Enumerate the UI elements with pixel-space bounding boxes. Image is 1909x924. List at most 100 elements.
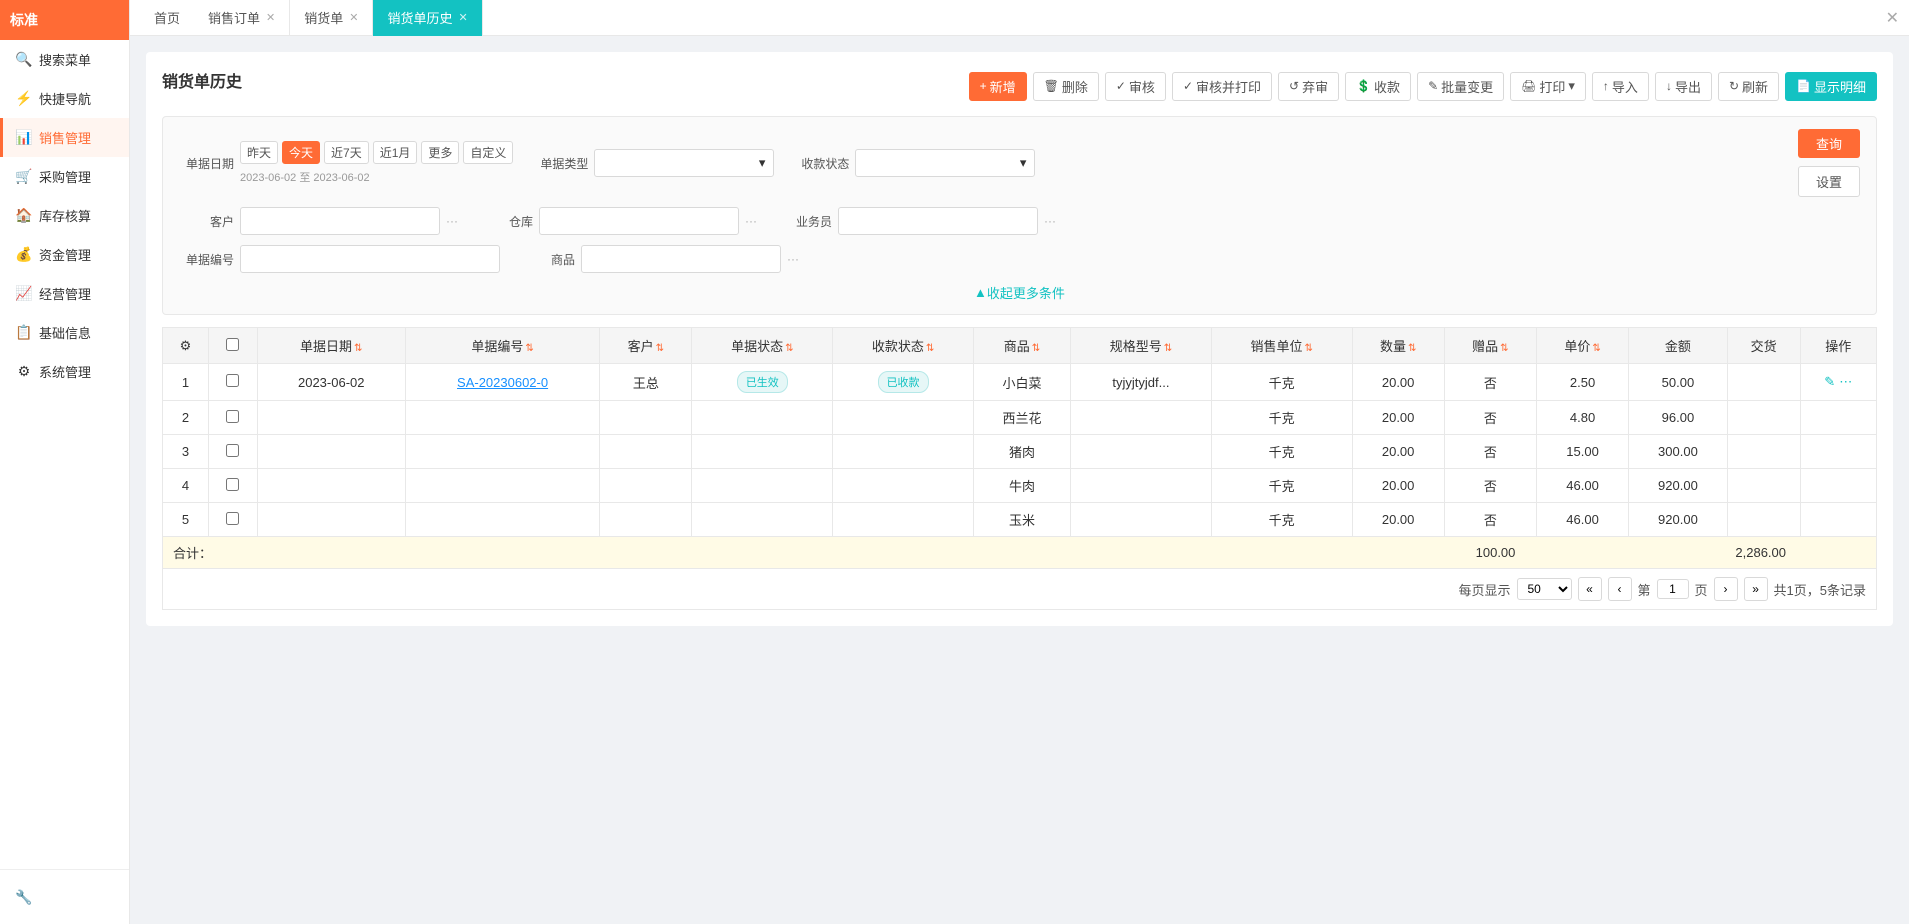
tab-sales-history[interactable]: 销货单历史 ✕ xyxy=(373,0,482,36)
row-check xyxy=(209,435,258,469)
col-goods[interactable]: 商品⇅ xyxy=(973,328,1070,364)
sort-goods-icon: ⇅ xyxy=(1032,343,1040,354)
table-header-row: ⚙ 单据日期⇅ 单据编号⇅ 客户⇅ 单据状态⇅ 收款状态⇅ 商品⇅ 规格型号⇅ … xyxy=(163,328,1877,364)
col-gift[interactable]: 赠品⇅ xyxy=(1444,328,1536,364)
page-last-button[interactable]: » xyxy=(1744,577,1768,601)
col-gear[interactable]: ⚙ xyxy=(163,328,209,364)
date-btn-today[interactable]: 今天 xyxy=(282,141,320,164)
col-qty[interactable]: 数量⇅ xyxy=(1352,328,1444,364)
tab-sales-delivery[interactable]: 销货单 ✕ xyxy=(290,0,373,36)
select-all-checkbox[interactable] xyxy=(226,338,239,351)
chart-icon: 📊 xyxy=(15,129,33,147)
sort-gift-icon: ⇅ xyxy=(1500,343,1508,354)
salesperson-label: 业务员 xyxy=(777,213,832,230)
delete-button[interactable]: 🗑 删除 xyxy=(1033,72,1099,101)
page-prev-button[interactable]: ‹ xyxy=(1608,577,1632,601)
sidebar-item-purchase-mgmt[interactable]: 🛒 采购管理 xyxy=(0,157,129,196)
tab-sales-order[interactable]: 销售订单 ✕ xyxy=(194,0,290,36)
collapse-button[interactable]: ▲ 收起更多条件 xyxy=(179,283,1860,302)
row-date xyxy=(257,401,405,435)
date-btn-custom[interactable]: 自定义 xyxy=(463,141,513,164)
audit-button[interactable]: ✓ 审核 xyxy=(1105,72,1166,101)
col-doc-status[interactable]: 单据状态⇅ xyxy=(692,328,833,364)
refresh-button[interactable]: ↻ 刷新 xyxy=(1718,72,1779,101)
sidebar-item-base-info[interactable]: 📋 基础信息 xyxy=(0,313,129,352)
sidebar-item-finance[interactable]: 💰 资金管理 xyxy=(0,235,129,274)
sidebar-item-system[interactable]: ⚙ 系统管理 xyxy=(0,352,129,391)
col-customer[interactable]: 客户⇅ xyxy=(600,328,692,364)
collect-status-select[interactable]: ▾ xyxy=(855,149,1035,177)
col-price[interactable]: 单价⇅ xyxy=(1536,328,1628,364)
export-button[interactable]: ↓ 导出 xyxy=(1655,72,1712,101)
doc-no-link[interactable]: SA-20230602-0 xyxy=(457,375,548,390)
row-checkbox[interactable] xyxy=(226,444,239,457)
row-qty: 20.00 xyxy=(1352,469,1444,503)
query-button[interactable]: 查询 xyxy=(1798,129,1860,158)
sidebar-item-sales-mgmt[interactable]: 📊 销售管理 xyxy=(0,118,129,157)
more-icon[interactable]: ⋯ xyxy=(1839,374,1852,390)
sidebar-bottom-settings[interactable]: 🔧 xyxy=(0,878,129,916)
tabs-bar-close-all[interactable]: ✕ xyxy=(1886,8,1899,28)
set-button[interactable]: 设置 xyxy=(1798,166,1860,197)
batch-change-button[interactable]: ✎ 批量变更 xyxy=(1417,72,1504,101)
doc-no-input[interactable] xyxy=(240,245,500,273)
goods-input[interactable] xyxy=(581,245,781,273)
abandon-button[interactable]: ↺ 弃审 xyxy=(1278,72,1339,101)
audit-icon: ✓ xyxy=(1116,79,1126,93)
doc-type-select[interactable]: ▾ xyxy=(594,149,774,177)
row-checkbox[interactable] xyxy=(226,410,239,423)
customer-picker-icon[interactable]: ··· xyxy=(446,214,458,228)
row-doc-no xyxy=(405,469,599,503)
print-dropdown-arrow: ▾ xyxy=(1568,78,1575,94)
customer-input[interactable] xyxy=(240,207,440,235)
row-checkbox[interactable] xyxy=(226,512,239,525)
collect-status-label: 收款状态 xyxy=(794,155,849,172)
row-checkbox[interactable] xyxy=(226,478,239,491)
row-actions: ✎⋯ xyxy=(1800,364,1877,401)
sidebar-item-label: 库存核算 xyxy=(39,206,91,225)
row-date xyxy=(257,435,405,469)
col-collect-status[interactable]: 收款状态⇅ xyxy=(833,328,974,364)
page-current-input[interactable] xyxy=(1657,579,1689,599)
tab-sales-history-close[interactable]: ✕ xyxy=(459,11,468,24)
sidebar-item-quick-nav[interactable]: ⚡ 快捷导航 xyxy=(0,79,129,118)
tab-sales-order-close[interactable]: ✕ xyxy=(266,11,275,24)
col-unit[interactable]: 销售单位⇅ xyxy=(1211,328,1352,364)
salesperson-input[interactable] xyxy=(838,207,1038,235)
date-btn-1month[interactable]: 近1月 xyxy=(373,141,418,164)
sidebar-item-inventory[interactable]: 🏠 库存核算 xyxy=(0,196,129,235)
add-button[interactable]: + 新增 xyxy=(969,72,1027,101)
row-spec xyxy=(1071,469,1212,503)
print-button[interactable]: 🖨 打印 ▾ xyxy=(1510,72,1586,101)
row-unit: 千克 xyxy=(1211,435,1352,469)
tab-home[interactable]: 首页 xyxy=(140,0,194,36)
page-size-select[interactable]: 50 100 200 xyxy=(1517,578,1572,600)
collect-button[interactable]: 💲 收款 xyxy=(1345,72,1411,101)
date-btn-7days[interactable]: 近7天 xyxy=(324,141,369,164)
page-first-button[interactable]: « xyxy=(1578,577,1602,601)
date-btn-more[interactable]: 更多 xyxy=(421,141,459,164)
col-date[interactable]: 单据日期⇅ xyxy=(257,328,405,364)
audit-print-button[interactable]: ✓ 审核并打印 xyxy=(1172,72,1272,101)
date-btn-yesterday[interactable]: 昨天 xyxy=(240,141,278,164)
tab-sales-delivery-close[interactable]: ✕ xyxy=(349,11,358,24)
edit-icon[interactable]: ✎ xyxy=(1824,374,1835,390)
import-icon: ↑ xyxy=(1603,79,1609,93)
warehouse-picker-icon[interactable]: ··· xyxy=(745,214,757,228)
salesperson-picker-icon[interactable]: ··· xyxy=(1044,214,1056,228)
warehouse-input[interactable] xyxy=(539,207,739,235)
page-label: 页 xyxy=(1695,580,1708,599)
col-doc-no[interactable]: 单据编号⇅ xyxy=(405,328,599,364)
page-next-button[interactable]: › xyxy=(1714,577,1738,601)
col-check[interactable] xyxy=(209,328,258,364)
col-spec[interactable]: 规格型号⇅ xyxy=(1071,328,1212,364)
sidebar-item-operations[interactable]: 📈 经营管理 xyxy=(0,274,129,313)
row-doc-no: SA-20230602-0 xyxy=(405,364,599,401)
goods-picker-icon[interactable]: ··· xyxy=(787,252,799,266)
row-collect-status xyxy=(833,469,974,503)
sidebar-item-search-menu[interactable]: 🔍 搜索菜单 xyxy=(0,40,129,79)
row-checkbox[interactable] xyxy=(226,374,239,387)
show-detail-button[interactable]: 📄 显示明细 xyxy=(1785,72,1877,101)
import-button[interactable]: ↑ 导入 xyxy=(1592,72,1649,101)
warehouse-label: 仓库 xyxy=(478,213,533,230)
